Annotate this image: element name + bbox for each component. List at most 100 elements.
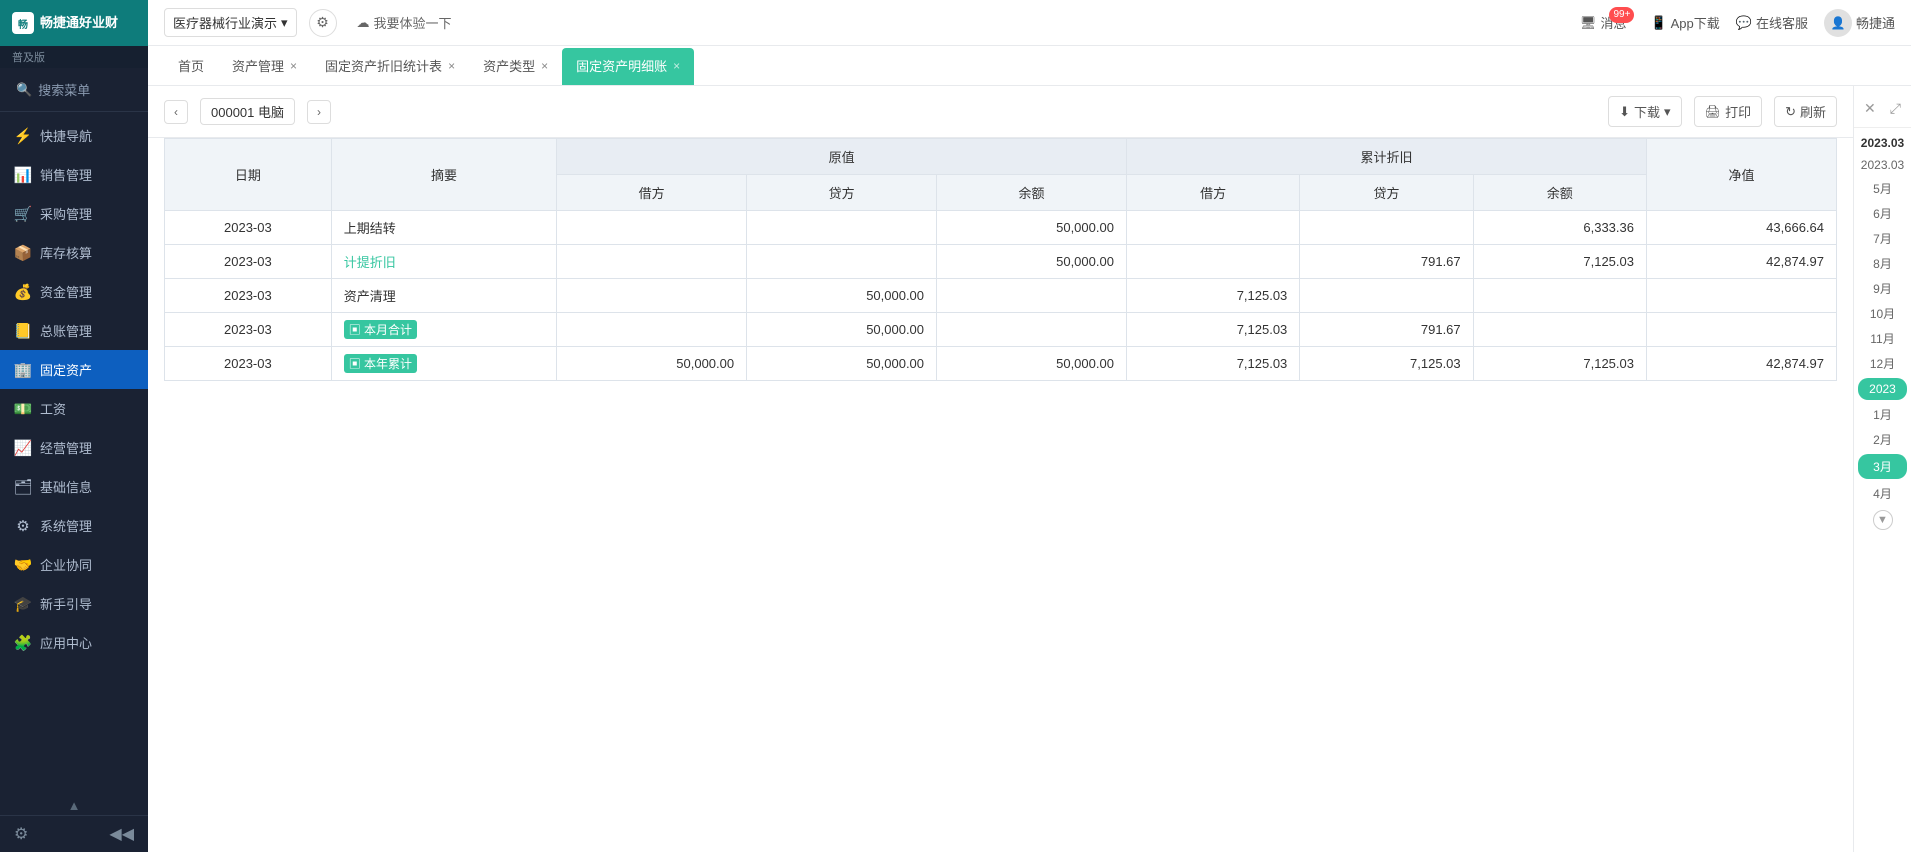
sidebar-item-collab[interactable]: 🤝 企业协同 <box>0 545 148 584</box>
inventory-icon: 📦 <box>14 244 32 262</box>
company-selector[interactable]: 医疗器械行业演示 ▾ <box>164 8 297 37</box>
settings-icon[interactable]: ⚙ <box>14 824 28 844</box>
cell-balance: 50,000.00 <box>937 211 1127 245</box>
sidebar-item-ledger[interactable]: 📒 总账管理 <box>0 311 148 350</box>
cell-dep-debit <box>1126 245 1299 279</box>
tab-asset-detail[interactable]: 固定资产明细账 × <box>562 48 694 85</box>
cell-debit <box>557 211 747 245</box>
cell-date: 2023-03 <box>165 245 332 279</box>
timeline-item-1[interactable]: 1月 <box>1854 402 1911 427</box>
sidebar-item-finance[interactable]: 💰 资金管理 <box>0 272 148 311</box>
app-title: 畅捷通好业财 <box>40 15 118 31</box>
cell-credit: 50,000.00 <box>747 279 937 313</box>
timeline-item-10[interactable]: 10月 <box>1854 301 1911 326</box>
tab-asset-mgmt[interactable]: 资产管理 × <box>218 48 311 85</box>
online-service-button[interactable]: 💬 在线客服 <box>1736 13 1808 32</box>
sidebar-item-operations[interactable]: 📈 经营管理 <box>0 428 148 467</box>
finance-icon: 💰 <box>14 283 32 301</box>
th-debit: 借方 <box>557 175 747 211</box>
sidebar-item-guide[interactable]: 🎓 新手引导 <box>0 584 148 623</box>
timeline-item-5[interactable]: 5月 <box>1854 176 1911 201</box>
cell-summary: ▣ 本月合计 <box>331 313 556 347</box>
refresh-button[interactable]: ↻ 刷新 <box>1774 96 1837 127</box>
timeline-close-button[interactable]: ✕ <box>1858 94 1882 123</box>
tab-home[interactable]: 首页 <box>164 48 218 85</box>
app-download-button[interactable]: 📱 App下载 <box>1650 13 1719 32</box>
download-button[interactable]: ⬇ 下载 ▾ <box>1608 96 1681 127</box>
print-button[interactable]: 🖨 打印 <box>1694 96 1763 127</box>
tab-depreciation-stats[interactable]: 固定资产折旧统计表 × <box>311 48 469 85</box>
timeline-item-4[interactable]: 4月 <box>1854 481 1911 506</box>
detail-toolbar: ‹ 000001 电脑 › ⬇ 下载 ▾ 🖨 打印 ↻ 刷新 <box>148 86 1853 138</box>
timeline-item-8[interactable]: 8月 <box>1854 251 1911 276</box>
cell-dep-balance: 6,333.36 <box>1473 211 1646 245</box>
timeline-item-11[interactable]: 11月 <box>1854 326 1911 351</box>
sidebar-nav: ⚡ 快捷导航 📊 销售管理 🛒 采购管理 📦 库存核算 💰 资金管理 📒 总账管… <box>0 112 148 796</box>
sidebar-item-inventory[interactable]: 📦 库存核算 <box>0 233 148 272</box>
avatar: 👤 <box>1824 9 1852 37</box>
timeline-item-12[interactable]: 12月 <box>1854 351 1911 376</box>
sidebar-item-label: 采购管理 <box>40 204 92 223</box>
tab-asset-type[interactable]: 资产类型 × <box>469 48 562 85</box>
online-service-label: 在线客服 <box>1756 13 1808 32</box>
experience-button[interactable]: ☁ 我要体验一下 <box>357 13 452 32</box>
cell-net-value: 43,666.64 <box>1646 211 1836 245</box>
timeline-item-6[interactable]: 6月 <box>1854 201 1911 226</box>
next-asset-button[interactable]: › <box>307 100 331 124</box>
th-net-value: 净值 <box>1646 139 1836 211</box>
timeline-item-2023-03[interactable]: 2023.03 <box>1854 154 1911 176</box>
salary-icon: 💵 <box>14 400 32 418</box>
guide-icon: 🎓 <box>14 595 32 613</box>
th-original-value-group: 原值 <box>557 139 1127 175</box>
sidebar-item-quicknav[interactable]: ⚡ 快捷导航 <box>0 116 148 155</box>
tab-asset-type-label: 资产类型 <box>483 56 535 75</box>
purchase-icon: 🛒 <box>14 205 32 223</box>
sidebar-item-label: 库存核算 <box>40 243 92 262</box>
topbar-settings-button[interactable]: ⚙ <box>309 9 337 37</box>
tab-asset-mgmt-close[interactable]: × <box>290 59 297 73</box>
quicknav-icon: ⚡ <box>14 127 32 145</box>
timeline-item-2[interactable]: 2月 <box>1854 427 1911 452</box>
cell-balance: 50,000.00 <box>937 347 1127 381</box>
sidebar-item-purchase[interactable]: 🛒 采购管理 <box>0 194 148 233</box>
cell-balance <box>937 279 1127 313</box>
sidebar-item-label: 应用中心 <box>40 633 92 652</box>
sidebar-scroll-up[interactable]: ▲ <box>0 796 148 815</box>
prev-asset-button[interactable]: ‹ <box>164 100 188 124</box>
tab-asset-type-close[interactable]: × <box>541 59 548 73</box>
sidebar-item-salary[interactable]: 💵 工资 <box>0 389 148 428</box>
sidebar-item-system[interactable]: ⚙ 系统管理 <box>0 506 148 545</box>
experience-label: 我要体验一下 <box>374 13 452 32</box>
tab-depreciation-stats-close[interactable]: × <box>448 59 455 73</box>
timeline-item-9[interactable]: 9月 <box>1854 276 1911 301</box>
cell-summary[interactable]: 计提折旧 <box>331 245 556 279</box>
sidebar-item-fixedasset[interactable]: 🏢 固定资产 <box>0 350 148 389</box>
search-menu-button[interactable]: 🔍 搜索菜单 <box>10 76 138 103</box>
collapse-sidebar-icon[interactable]: ◀◀ <box>109 824 134 844</box>
tab-asset-detail-close[interactable]: × <box>673 59 680 73</box>
sidebar-item-appcenter[interactable]: 🧩 应用中心 <box>0 623 148 662</box>
timeline-item-year-2023[interactable]: 2023 <box>1858 378 1907 400</box>
cell-debit <box>557 279 747 313</box>
main-area: 医疗器械行业演示 ▾ ⚙ ☁ 我要体验一下 🖥 消息 99+ 📱 App下载 💬… <box>148 0 1911 852</box>
timeline-item-3[interactable]: 3月 <box>1858 454 1907 479</box>
th-credit: 贷方 <box>747 175 937 211</box>
cell-net-value <box>1646 279 1836 313</box>
sidebar-edition: 普及版 <box>0 46 148 68</box>
tab-depreciation-stats-label: 固定资产折旧统计表 <box>325 56 442 75</box>
messages-button[interactable]: 🖥 消息 99+ <box>1580 13 1627 32</box>
timeline-header: ✕ ⤢ <box>1854 90 1911 128</box>
table-row: 2023-03 上期结转 50,000.00 6,333.36 43,666.6… <box>165 211 1837 245</box>
timeline-expand-button[interactable]: ⤢ <box>1884 94 1907 123</box>
sidebar-item-basic[interactable]: 🗂 基础信息 <box>0 467 148 506</box>
cell-net-value <box>1646 313 1836 347</box>
user-menu-button[interactable]: 👤 畅捷通 <box>1824 9 1895 37</box>
sidebar-item-sales[interactable]: 📊 销售管理 <box>0 155 148 194</box>
th-summary: 摘要 <box>331 139 556 211</box>
cell-dep-balance: 7,125.03 <box>1473 245 1646 279</box>
year-badge: ▣ 本年累计 <box>344 354 417 373</box>
timeline-scroll-down[interactable]: ▼ <box>1873 510 1893 530</box>
cell-date: 2023-03 <box>165 211 332 245</box>
topbar: 医疗器械行业演示 ▾ ⚙ ☁ 我要体验一下 🖥 消息 99+ 📱 App下载 💬… <box>148 0 1911 46</box>
timeline-item-7[interactable]: 7月 <box>1854 226 1911 251</box>
